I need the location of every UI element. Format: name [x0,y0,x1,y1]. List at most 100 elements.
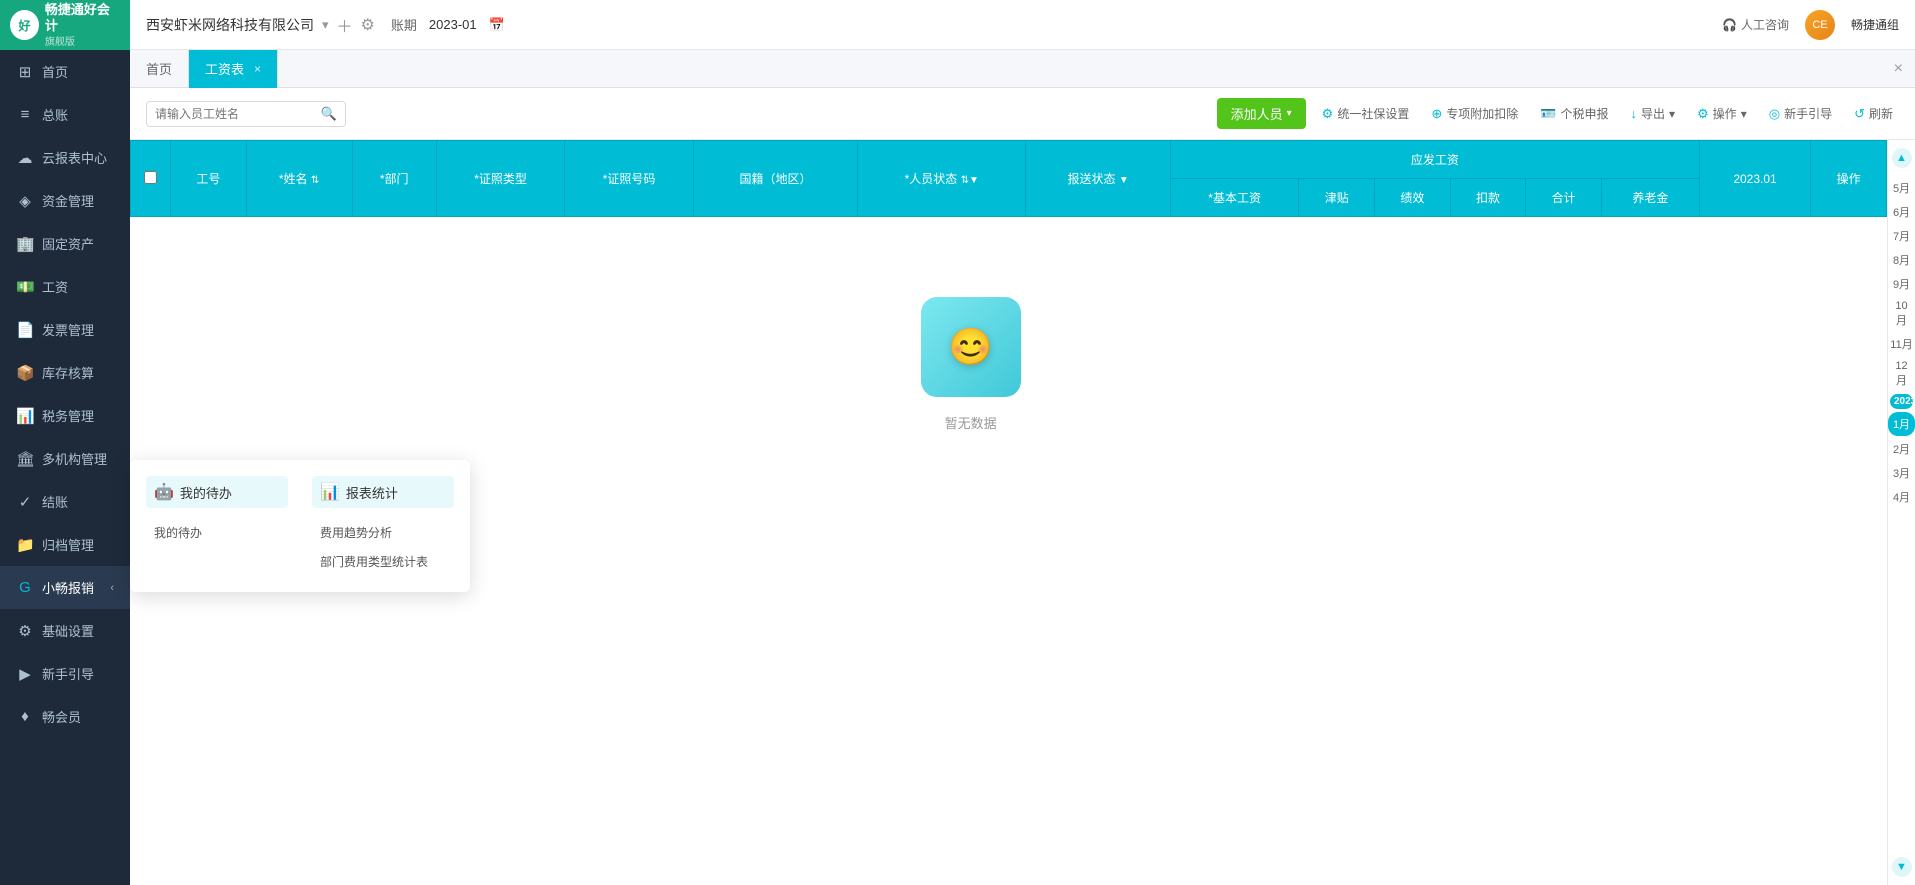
month-4[interactable]: 4月 [1888,485,1915,509]
sidebar-item-ledger[interactable]: ≡ 总账 [0,93,130,136]
newbie-icon: ◎ [1769,106,1780,122]
company-dropdown-icon[interactable]: ▾ [322,17,329,33]
popup-report-item-2[interactable]: 部门费用类型统计表 [312,547,454,576]
month-3[interactable]: 3月 [1888,461,1915,485]
th-right-col: 2023.01 [1699,141,1810,217]
social-icon: ⚙ [1322,106,1334,122]
month-10[interactable]: 10月 [1888,296,1915,332]
tab-home-label: 首页 [146,59,172,78]
special-deduction-btn[interactable]: ⊕ 专项附加扣除 [1425,101,1524,126]
sidebar-item-label: 税务管理 [42,406,94,425]
sidebar: 好 畅捷通好会计 旗舰版 ⊞ 首页 ≡ 总账 ☁ 云报表中心 ◈ 资金管理 🏢 … [0,0,130,885]
sidebar-item-label: 工资 [42,277,68,296]
username[interactable]: 畅捷通组 [1851,16,1899,33]
scroll-down-btn[interactable]: ▼ [1892,857,1912,877]
popup-todo-item-1[interactable]: 我的待办 [146,518,288,547]
popup-todo-header[interactable]: 🤖 我的待办 [146,476,288,508]
month-11[interactable]: 11月 [1888,332,1915,356]
month-8[interactable]: 8月 [1888,248,1915,272]
cloud-icon: ☁ [16,149,34,167]
operation-btn[interactable]: ⚙ 操作 ▾ [1691,101,1753,126]
add-person-arrow: ▾ [1287,108,1292,119]
sidebar-item-cloud-report[interactable]: ☁ 云报表中心 [0,136,130,179]
assets-icon: 🏢 [16,235,34,253]
popup-report-item-1[interactable]: 费用趋势分析 [312,518,454,547]
logo-icon: 好 [10,10,39,40]
empty-text: 暂无数据 [945,413,997,432]
newbie-label: 新手引导 [1784,105,1832,122]
search-icon[interactable]: 🔍 [321,106,337,122]
sidebar-item-inventory[interactable]: 📦 库存核算 [0,351,130,394]
close-all-btn[interactable]: × [1882,50,1915,88]
tax-report-btn[interactable]: 🪪 个税申报 [1534,101,1614,126]
social-insurance-btn[interactable]: ⚙ 统一社保设置 [1316,101,1416,126]
th-id-type: *证照类型 [436,141,565,217]
sidebar-item-label: 畅会员 [42,707,81,726]
sidebar-item-label: 首页 [42,62,68,81]
export-btn[interactable]: ↓ 导出 ▾ [1624,101,1681,126]
month-1-active[interactable]: 1月 [1888,412,1915,436]
support-btn[interactable]: 🎧 人工咨询 [1722,16,1789,33]
close-all-icon: × [1894,60,1903,78]
scroll-up-btn[interactable]: ▲ [1892,148,1912,168]
sidebar-item-label: 新手引导 [42,664,94,683]
right-month-panel: ▲ 5月 6月 7月 8月 9月 10月 11月 12月 2023 1月 2月 … [1887,140,1915,885]
sidebar-item-guide[interactable]: ▶ 新手引导 [0,652,130,695]
sidebar-item-home[interactable]: ⊞ 首页 [0,50,130,93]
empty-icon [921,297,1021,397]
close-account-icon: ✓ [16,493,34,511]
add-company-btn[interactable]: ＋ [337,13,353,37]
period-value: 2023-01 [429,17,477,32]
support-label: 人工咨询 [1741,16,1789,33]
month-5[interactable]: 5月 [1888,176,1915,200]
month-9[interactable]: 9月 [1888,272,1915,296]
toolbar: 🔍 添加人员 ▾ ⚙ 统一社保设置 ⊕ 专项附加扣除 🪪 个税申报 ↓ 导出 [130,88,1915,140]
app-subtitle: 旗舰版 [45,33,120,48]
popup-todo-title: 我的待办 [180,483,232,502]
search-input[interactable] [155,107,315,121]
sidebar-item-multi-org[interactable]: 🏛 多机构管理 [0,437,130,480]
sidebar-item-label: 总账 [42,105,68,124]
nav-popup: 🤖 我的待办 我的待办 📊 报表统计 费用趋势分析 部门费用类型统计表 [130,460,470,592]
sidebar-item-archive[interactable]: 📁 归档管理 [0,523,130,566]
tab-salary[interactable]: 工资表 × [189,50,278,88]
select-all-checkbox[interactable] [144,171,157,184]
toolbar-right: 添加人员 ▾ ⚙ 统一社保设置 ⊕ 专项附加扣除 🪪 个税申报 ↓ 导出 ▾ ⚙ [1217,98,1899,129]
social-label: 统一社保设置 [1337,105,1409,122]
tax-icon: 📊 [16,407,34,425]
refresh-btn[interactable]: ↺ 刷新 [1848,101,1899,126]
export-arrow: ▾ [1669,107,1675,121]
tab-home[interactable]: 首页 [130,50,189,88]
sidebar-item-fund[interactable]: ◈ 资金管理 [0,179,130,222]
company-settings-btn[interactable]: ⚙ [361,15,375,35]
avatar-text: CE [1812,19,1827,31]
month-12[interactable]: 12月 [1888,356,1915,392]
th-salary-group: 应发工资 [1170,141,1699,179]
tax-report-icon: 🪪 [1540,106,1556,122]
month-2[interactable]: 2月 [1888,437,1915,461]
add-person-btn[interactable]: 添加人员 ▾ [1217,98,1306,129]
main-content: 西安虾米网络科技有限公司 ▾ ＋ ⚙ 账期 2023-01 📅 🎧 人工咨询 C… [130,0,1915,885]
avatar: CE [1805,10,1835,40]
sidebar-item-expense[interactable]: G 小畅报销 ‹ [0,566,130,609]
sidebar-item-tax[interactable]: 📊 税务管理 [0,394,130,437]
newbie-guide-btn[interactable]: ◎ 新手引导 [1763,101,1838,126]
inventory-icon: 📦 [16,364,34,382]
sidebar-item-salary[interactable]: 💵 工资 [0,265,130,308]
expense-icon: G [16,579,34,596]
calendar-icon[interactable]: 📅 [489,17,505,33]
sidebar-item-invoice[interactable]: 📄 发票管理 [0,308,130,351]
sidebar-item-settings[interactable]: ⚙ 基础设置 [0,609,130,652]
sidebar-item-assets[interactable]: 🏢 固定资产 [0,222,130,265]
sidebar-item-member[interactable]: ♦ 畅会员 [0,695,130,738]
th-pension: 养老金 [1602,179,1700,217]
popup-report-header[interactable]: 📊 报表统计 [312,476,454,508]
tab-close-icon[interactable]: × [254,62,261,76]
sidebar-item-close[interactable]: ✓ 结账 [0,480,130,523]
ledger-icon: ≡ [16,106,34,123]
month-7[interactable]: 7月 [1888,224,1915,248]
th-performance: 绩效 [1375,179,1451,217]
month-6[interactable]: 6月 [1888,200,1915,224]
settings-icon: ⚙ [16,622,34,640]
app-name: 畅捷通好会计 [45,2,120,33]
